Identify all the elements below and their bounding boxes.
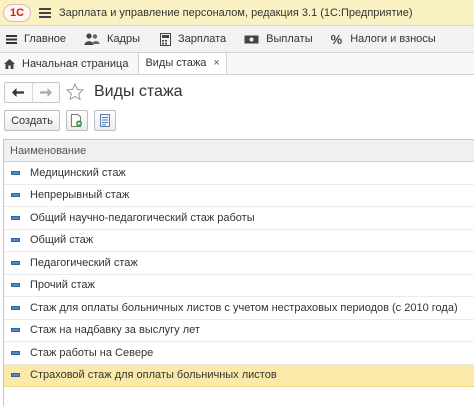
cash-icon — [244, 35, 259, 43]
list-item[interactable]: Стаж на надбавку за выслугу лет — [4, 320, 474, 342]
people-icon — [84, 33, 100, 45]
section-payments[interactable]: Выплаты — [238, 26, 318, 53]
list-item[interactable]: Стаж для оплаты больничных листов с учет… — [4, 297, 474, 320]
section-main-label: Главное — [24, 33, 67, 45]
copy-add-icon — [71, 114, 82, 127]
list-item[interactable]: Стаж работы на Севере — [4, 342, 474, 365]
tab-home-label: Начальная страница — [22, 57, 129, 70]
section-taxes-label: Налоги и взносы — [350, 33, 436, 45]
navigation-buttons — [4, 82, 60, 103]
section-main[interactable]: Главное — [0, 26, 72, 53]
list-item-label: Стаж работы на Севере — [30, 346, 154, 359]
catalog-item-icon — [11, 373, 20, 378]
window-title: Зарплата и управление персоналом, редакц… — [59, 6, 413, 19]
list-item-label: Стаж на надбавку за выслугу лет — [30, 324, 200, 337]
list-item-label: Непрерывный стаж — [30, 189, 130, 202]
list-item[interactable]: Непрерывный стаж — [4, 185, 474, 207]
list-item-label: Общий стаж — [30, 234, 94, 247]
list-item-label: Общий научно-педагогический стаж работы — [30, 211, 255, 224]
copy-button[interactable] — [66, 110, 88, 131]
section-personnel-label: Кадры — [107, 33, 140, 45]
1c-logo-icon: 1С — [3, 3, 31, 22]
calculator-icon — [160, 32, 171, 46]
form-toolbar: Создать — [4, 110, 122, 132]
section-taxes[interactable]: % Налоги и взносы — [325, 26, 442, 53]
catalog-item-icon — [11, 170, 20, 175]
list-rows: Медицинский стаж Непрерывный стаж Общий на… — [4, 162, 474, 387]
section-salary-label: Зарплата — [178, 33, 227, 45]
tab-seniority-types-label: Виды стажа — [145, 57, 207, 69]
list-item-label: Стаж для оплаты больничных листов с учет… — [30, 301, 458, 314]
list-item-label: Педагогический стаж — [30, 256, 138, 269]
catalog-item-icon — [11, 305, 20, 310]
catalog-item-icon — [11, 350, 20, 355]
list-item-label: Прочий стаж — [30, 279, 95, 292]
catalog-item-icon — [11, 215, 20, 220]
list-item[interactable]: Страховой стаж для оплаты больничных лис… — [4, 364, 474, 387]
main-menu-icon[interactable] — [31, 0, 59, 26]
sections-panel: Главное Кадры Зарплата Выплаты % Налоги … — [0, 26, 474, 53]
catalog-item-icon — [11, 260, 20, 265]
list-item[interactable]: Прочий стаж — [4, 275, 474, 297]
catalog-item-icon — [11, 328, 20, 333]
hamburger-icon — [6, 34, 17, 44]
list-item[interactable]: Общий стаж — [4, 230, 474, 252]
home-icon — [4, 58, 15, 69]
arrow-right-icon — [39, 88, 52, 97]
list-item-label: Медицинский стаж — [30, 166, 126, 179]
list-item[interactable]: Общий научно-педагогический стаж работы — [4, 207, 474, 230]
list-item-label: Страховой стаж для оплаты больничных лис… — [30, 369, 277, 382]
seniority-types-list: Наименование Медицинский стаж Непрерывный… — [3, 139, 474, 406]
document-list-icon — [100, 114, 110, 127]
section-personnel[interactable]: Кадры — [78, 26, 146, 53]
catalog-item-icon — [11, 283, 20, 288]
section-salary[interactable]: Зарплата — [154, 26, 232, 53]
tab-home[interactable]: Начальная страница — [0, 53, 134, 74]
open-tabs-bar: Начальная страница Виды стажа × — [0, 52, 474, 75]
close-tab-icon[interactable]: × — [213, 57, 219, 69]
list-item[interactable]: Педагогический стаж — [4, 252, 474, 275]
percent-icon: % — [330, 31, 343, 47]
title-bar: 1С Зарплата и управление персоналом, ред… — [0, 0, 474, 26]
form-title: Виды стажа — [94, 83, 183, 100]
create-button[interactable]: Создать — [4, 110, 60, 131]
list-item[interactable]: Медицинский стаж — [4, 162, 474, 185]
arrow-left-icon — [12, 88, 25, 97]
forward-button[interactable] — [31, 83, 60, 102]
catalog-item-icon — [11, 193, 20, 198]
column-header-name[interactable]: Наименование — [4, 140, 474, 162]
tab-seniority-types[interactable]: Виды стажа × — [138, 52, 227, 74]
list-settings-button[interactable] — [94, 110, 116, 131]
section-payments-label: Выплаты — [266, 33, 313, 45]
catalog-item-icon — [11, 238, 20, 243]
favorite-star-icon[interactable] — [65, 82, 85, 104]
back-button[interactable] — [5, 83, 32, 102]
